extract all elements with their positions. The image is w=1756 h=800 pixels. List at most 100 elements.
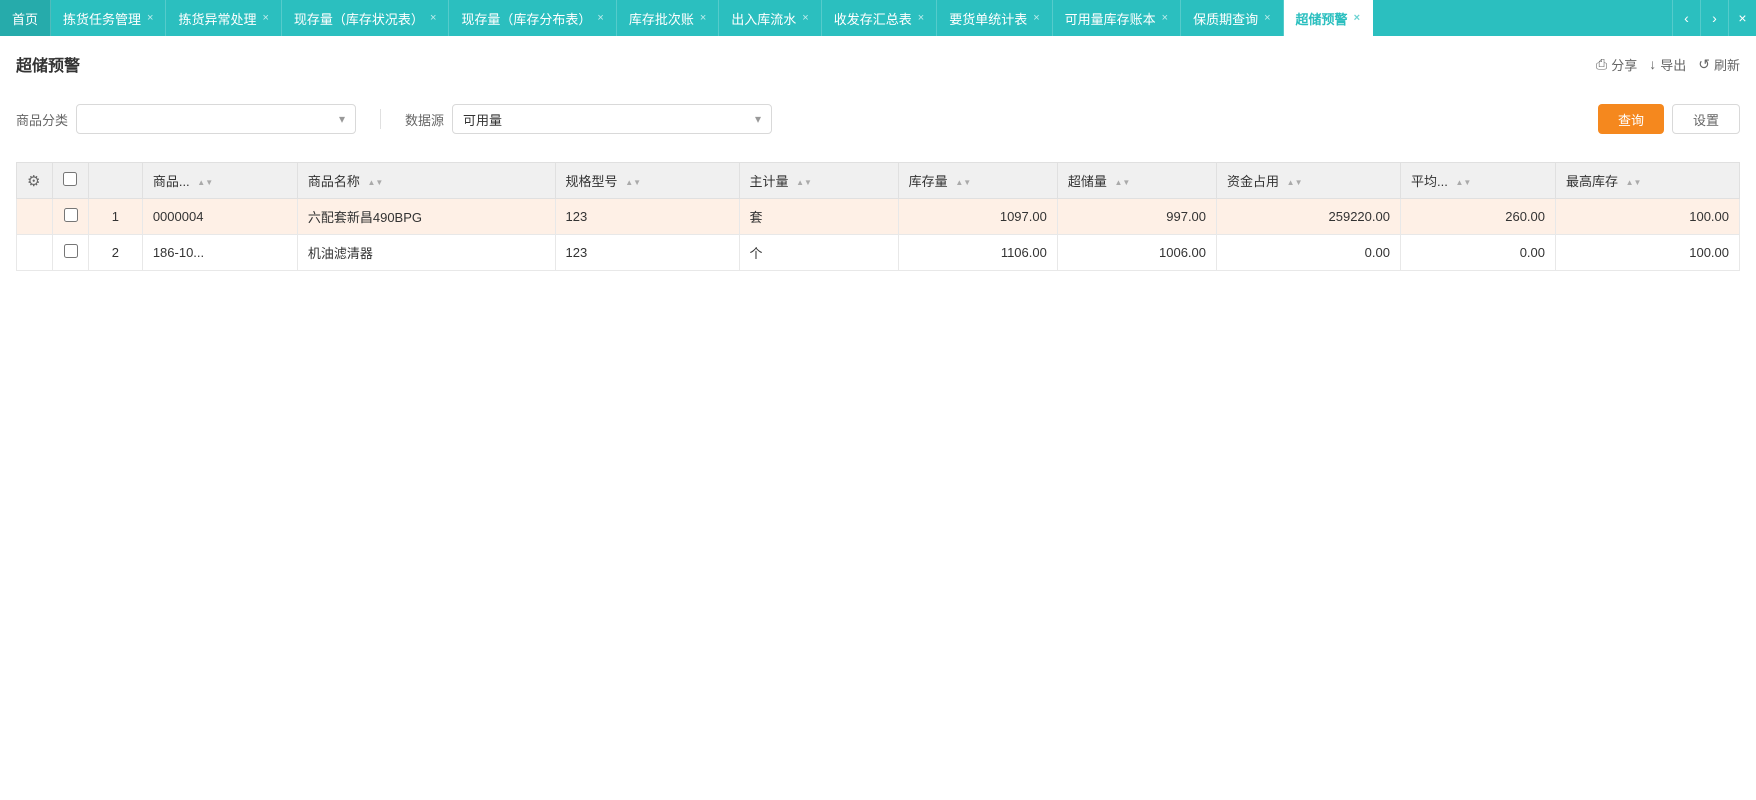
nav-close-stock-status[interactable]: × (430, 12, 436, 24)
nav-close-batch-account[interactable]: × (700, 12, 706, 24)
query-button[interactable]: 查询 (1598, 104, 1664, 134)
datasource-chevron-icon: ▾ (755, 112, 761, 126)
sort-over-stock-icon[interactable]: ▲▼ (1114, 179, 1130, 187)
nav-label-inout-flow: 出入库流水 (731, 9, 796, 28)
nav-label-home: 首页 (12, 9, 38, 28)
nav-label-stock-status: 现存量（库存状况表） (294, 9, 424, 28)
th-unit: 主计量 ▲▼ (739, 163, 898, 199)
data-table: ⚙ 商品... ▲▼ 商品名称 ▲▼ 规格型号 ▲▼ (16, 162, 1740, 271)
sort-max-stock-icon[interactable]: ▲▼ (1626, 179, 1642, 187)
datasource-select-value: 可用量 (463, 110, 502, 129)
nav-item-inout-flow[interactable]: 出入库流水 × (719, 0, 821, 36)
nav-item-available-ledger[interactable]: 可用量库存账本 × (1053, 0, 1181, 36)
table-row: 2 186-10... 机油滤清器 123 个 1106.00 1006.00 … (17, 235, 1740, 271)
sort-avg-icon[interactable]: ▲▼ (1455, 179, 1471, 187)
sort-spec-icon[interactable]: ▲▼ (625, 179, 641, 187)
nav-label-recv-send: 收发存汇总表 (834, 9, 912, 28)
td-capital-1: 0.00 (1217, 235, 1401, 271)
nav-close-over-storage[interactable]: × (1354, 12, 1360, 24)
nav-close-task-mgmt[interactable]: × (147, 12, 153, 24)
nav-item-over-storage[interactable]: 超储预警 × (1284, 0, 1373, 36)
td-gear-0 (17, 199, 53, 235)
th-max-stock-label: 最高库存 (1566, 174, 1618, 189)
nav-item-batch-account[interactable]: 库存批次账 × (617, 0, 719, 36)
nav-item-task-mgmt[interactable]: 拣货任务管理 × (51, 0, 166, 36)
nav-item-recv-send[interactable]: 收发存汇总表 × (822, 0, 937, 36)
td-check-1 (53, 235, 89, 271)
page-wrapper: 超储预警 ⎙ 分享 ↓ 导出 ↺ 刷新 商品分类 ▾ (0, 36, 1756, 800)
nav-label-order-stat: 要货单统计表 (949, 9, 1027, 28)
nav-item-stock-status[interactable]: 现存量（库存状况表） × (282, 0, 449, 36)
sort-stock-icon[interactable]: ▲▼ (955, 179, 971, 187)
th-stock: 库存量 ▲▼ (898, 163, 1057, 199)
nav-close-available-ledger[interactable]: × (1162, 12, 1168, 24)
nav-item-exception[interactable]: 拣货异常处理 × (166, 0, 281, 36)
td-check-0 (53, 199, 89, 235)
category-filter-group: 商品分类 ▾ (16, 104, 356, 134)
nav-label-available-ledger: 可用量库存账本 (1065, 9, 1156, 28)
sort-unit-icon[interactable]: ▲▼ (796, 179, 812, 187)
nav-close-shelf-life[interactable]: × (1264, 12, 1270, 24)
nav-item-home[interactable]: 首页 (0, 0, 51, 36)
th-spec-label: 规格型号 (566, 174, 618, 189)
filter-bar: 商品分类 ▾ 数据源 可用量 ▾ 查询 设置 (16, 92, 1740, 146)
nav-arrows: ‹ › × (1672, 0, 1756, 36)
nav-close-all[interactable]: × (1728, 0, 1756, 36)
gear-icon[interactable]: ⚙ (27, 173, 40, 190)
datasource-select[interactable]: 可用量 ▾ (452, 104, 772, 134)
nav-close-stock-dist[interactable]: × (597, 12, 603, 24)
nav-item-order-stat[interactable]: 要货单统计表 × (937, 0, 1052, 36)
th-stock-label: 库存量 (909, 174, 948, 189)
sort-capital-icon[interactable]: ▲▼ (1287, 179, 1303, 187)
filter-actions: 查询 设置 (1598, 104, 1740, 134)
share-button[interactable]: ⎙ 分享 (1596, 55, 1637, 74)
th-over-stock-label: 超储量 (1068, 174, 1107, 189)
refresh-label: 刷新 (1714, 55, 1740, 74)
th-product-code-label: 商品... (153, 174, 190, 189)
th-index (89, 163, 143, 199)
category-select[interactable]: ▾ (76, 104, 356, 134)
nav-prev-arrow[interactable]: ‹ (1672, 0, 1700, 36)
table-header-row: ⚙ 商品... ▲▼ 商品名称 ▲▼ 规格型号 ▲▼ (17, 163, 1740, 199)
export-icon: ↓ (1649, 56, 1656, 72)
nav-close-recv-send[interactable]: × (918, 12, 924, 24)
th-avg-label: 平均... (1411, 174, 1448, 189)
settings-button[interactable]: 设置 (1672, 104, 1740, 134)
nav-close-order-stat[interactable]: × (1033, 12, 1039, 24)
th-product-name: 商品名称 ▲▼ (297, 163, 555, 199)
nav-item-stock-dist[interactable]: 现存量（库存分布表） × (449, 0, 616, 36)
nav-next-arrow[interactable]: › (1700, 0, 1728, 36)
td-stock-0: 1097.00 (898, 199, 1057, 235)
refresh-icon: ↺ (1698, 56, 1710, 73)
row-checkbox-0[interactable] (64, 208, 78, 222)
th-check (53, 163, 89, 199)
th-gear: ⚙ (17, 163, 53, 199)
nav-close-inout-flow[interactable]: × (802, 12, 808, 24)
share-icon: ⎙ (1596, 56, 1607, 73)
td-spec-1: 123 (555, 235, 739, 271)
td-avg-1: 0.00 (1400, 235, 1555, 271)
category-filter-label: 商品分类 (16, 110, 68, 129)
nav-label-over-storage: 超储预警 (1296, 9, 1348, 28)
nav-close-exception[interactable]: × (262, 12, 268, 24)
td-max-stock-0: 100.00 (1556, 199, 1740, 235)
sort-product-name-icon[interactable]: ▲▼ (368, 179, 384, 187)
nav-label-shelf-life: 保质期查询 (1193, 9, 1258, 28)
td-product-name-1: 机油滤清器 (297, 235, 555, 271)
td-product-code-0: 0000004 (142, 199, 297, 235)
select-all-checkbox[interactable] (63, 172, 77, 186)
td-product-code-1: 186-10... (142, 235, 297, 271)
export-button[interactable]: ↓ 导出 (1649, 55, 1686, 74)
sort-product-code-icon[interactable]: ▲▼ (197, 179, 213, 187)
table-row: 1 0000004 六配套新昌490BPG 123 套 1097.00 997.… (17, 199, 1740, 235)
th-max-stock: 最高库存 ▲▼ (1556, 163, 1740, 199)
td-unit-1: 个 (739, 235, 898, 271)
td-stock-1: 1106.00 (898, 235, 1057, 271)
filter-divider (380, 109, 381, 129)
row-checkbox-1[interactable] (64, 244, 78, 258)
td-capital-0: 259220.00 (1217, 199, 1401, 235)
refresh-button[interactable]: ↺ 刷新 (1698, 55, 1740, 74)
th-avg: 平均... ▲▼ (1400, 163, 1555, 199)
nav-item-shelf-life[interactable]: 保质期查询 × (1181, 0, 1283, 36)
export-label: 导出 (1660, 55, 1686, 74)
